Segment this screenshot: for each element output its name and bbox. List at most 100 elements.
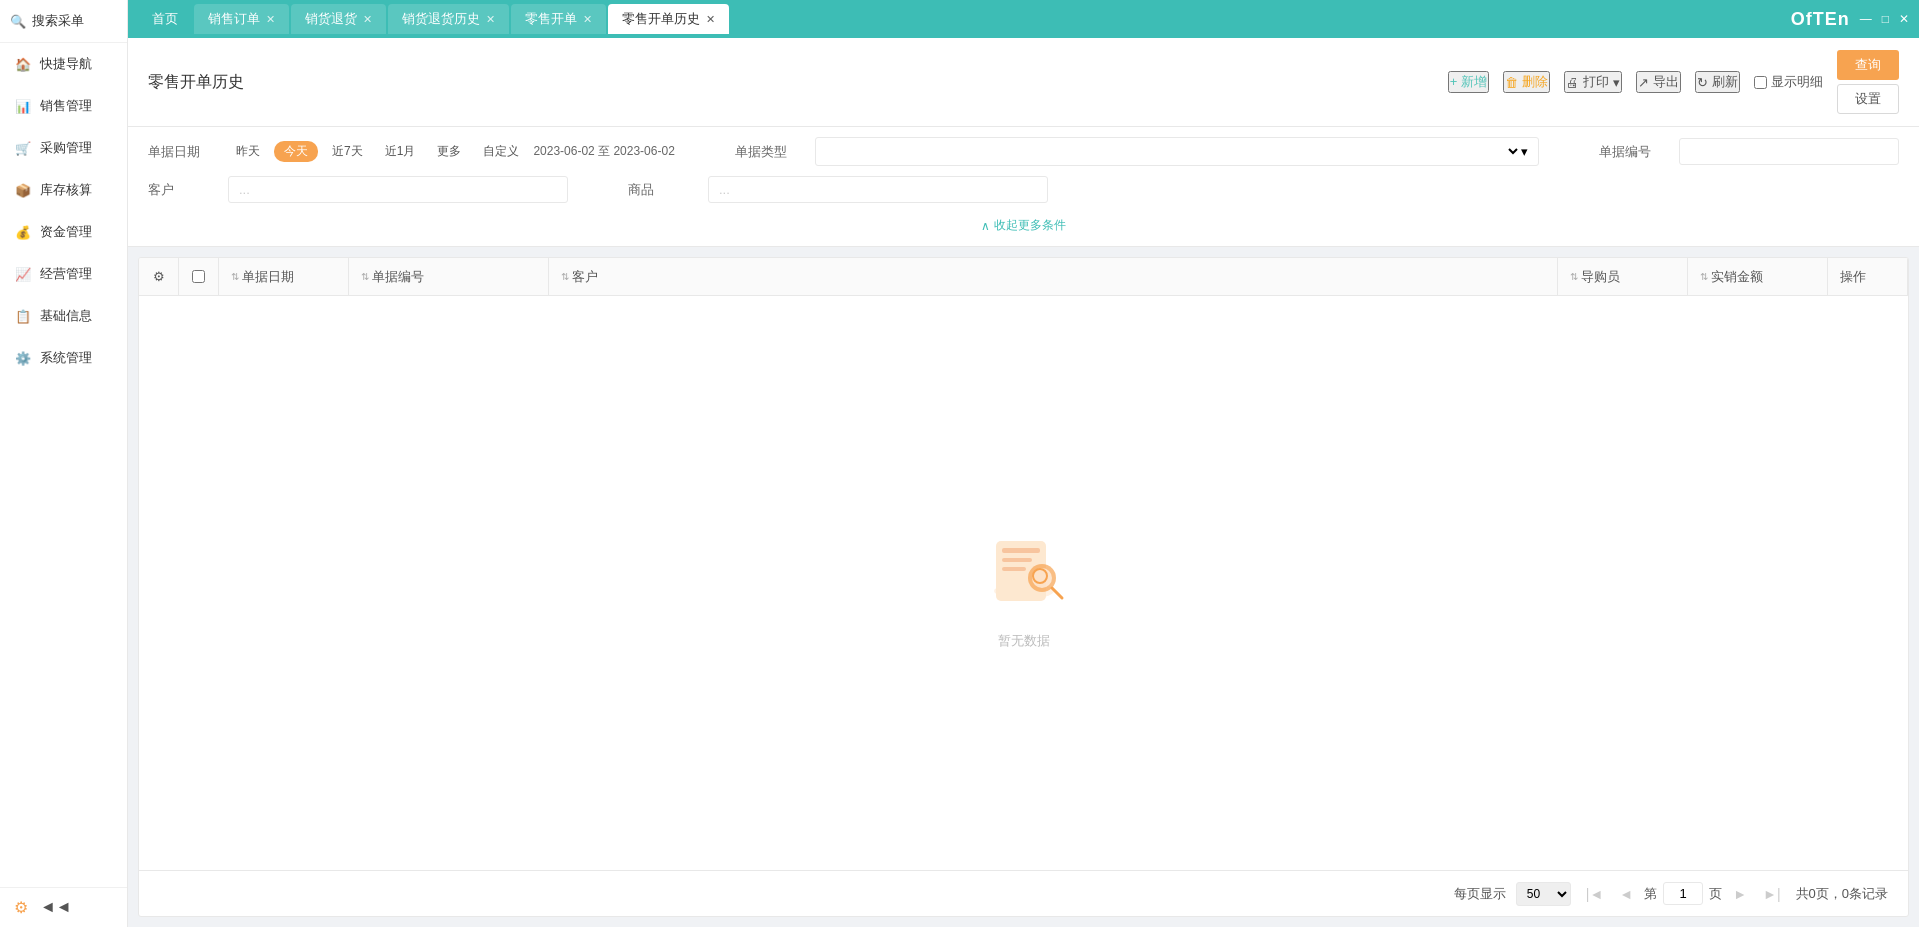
date-btn-7days[interactable]: 近7天 [324, 141, 371, 162]
customer-label: 客户 [148, 181, 208, 199]
toolbar: + 新增 🗑 删除 🖨 打印 ▾ ↗ 导出 ↻ 刷新 [1448, 50, 1899, 114]
sidebar: 🔍 搜索采单 🏠 快捷导航 📊 销售管理 🛒 采购管理 📦 库存核算 💰 资金管… [0, 0, 128, 927]
window-minimize[interactable]: — [1860, 12, 1872, 26]
delete-button[interactable]: 🗑 删除 [1503, 71, 1550, 93]
th-guide[interactable]: ⇅ 导购员 [1558, 258, 1688, 295]
sort-icon: ⇅ [1570, 271, 1578, 282]
sidebar-item-inventory[interactable]: 📦 库存核算 [0, 169, 127, 211]
sidebar-item-sys-mgmt[interactable]: ⚙️ 系统管理 [0, 337, 127, 379]
page-label-post: 页 [1709, 885, 1722, 903]
show-detail-label: 显示明细 [1771, 73, 1823, 91]
page-input[interactable] [1663, 882, 1703, 905]
tab-retail-open-history[interactable]: 零售开单历史 ✕ [608, 4, 729, 34]
window-maximize[interactable]: □ [1882, 12, 1889, 26]
filter-row-2: 客户 商品 [148, 176, 1899, 203]
tab-sales-return-history[interactable]: 销货退货历史 ✕ [388, 4, 509, 34]
tab-sales-return-label: 销货退货 [305, 10, 357, 28]
trash-icon: 🗑 [1505, 75, 1518, 90]
tab-retail-open-close[interactable]: ✕ [583, 14, 592, 25]
brand-label: OfTEn [1791, 9, 1850, 30]
refresh-button[interactable]: ↻ 刷新 [1695, 71, 1740, 93]
sidebar-search[interactable]: 🔍 搜索采单 [0, 0, 127, 43]
doc-no-input[interactable] [1679, 138, 1899, 165]
quick-nav-icon: 🏠 [14, 55, 32, 73]
pagination: 每页显示 10 20 50 100 |◄ ◄ 第 页 ► ►| 共0页，0条记录 [139, 870, 1908, 916]
dropdown-icon: ▾ [1521, 144, 1528, 159]
th-checkbox[interactable] [179, 258, 219, 295]
refresh-icon: ↻ [1697, 75, 1708, 90]
empty-state: 暂无数据 [139, 296, 1908, 870]
tab-sales-return-history-close[interactable]: ✕ [486, 14, 495, 25]
sidebar-item-label: 经营管理 [40, 265, 92, 283]
tab-sales-return-close[interactable]: ✕ [363, 14, 372, 25]
settings-button[interactable]: 设置 [1837, 84, 1899, 114]
doc-type-select-wrap: ▾ [815, 137, 1539, 166]
table-header: ⚙ ⇅ 单据日期 ⇅ 单据编号 ⇅ 客户 ⇅ [139, 258, 1908, 296]
collapse-sidebar-icon[interactable]: ◄◄ [40, 898, 72, 917]
sidebar-item-operations[interactable]: 📈 经营管理 [0, 253, 127, 295]
purchase-mgmt-icon: 🛒 [14, 139, 32, 157]
sort-icon: ⇅ [231, 271, 239, 282]
tab-sales-return[interactable]: 销货退货 ✕ [291, 4, 386, 34]
show-detail-toggle[interactable]: 显示明细 [1754, 73, 1823, 91]
add-button[interactable]: + 新增 [1448, 71, 1489, 93]
window-close[interactable]: ✕ [1899, 12, 1909, 26]
customer-input[interactable] [228, 176, 568, 203]
tab-bar: 首页 销售订单 ✕ 销货退货 ✕ 销货退货历史 ✕ 零售开单 ✕ 零售开单历史 … [128, 0, 1919, 38]
sidebar-item-sales-mgmt[interactable]: 📊 销售管理 [0, 85, 127, 127]
date-btn-yesterday[interactable]: 昨天 [228, 141, 268, 162]
sidebar-item-finance[interactable]: 💰 资金管理 [0, 211, 127, 253]
page-title: 零售开单历史 [148, 72, 244, 93]
sort-icon: ⇅ [561, 271, 569, 282]
doc-type-select[interactable] [826, 143, 1521, 160]
page-header: 零售开单历史 + 新增 🗑 删除 🖨 打印 ▾ ↗ 导出 ↻ [128, 38, 1919, 127]
show-detail-checkbox[interactable] [1754, 76, 1767, 89]
settings-bottom-icon[interactable]: ⚙ [14, 898, 28, 917]
page-nav: |◄ ◄ 第 页 ► ►| [1581, 882, 1786, 905]
first-page-btn[interactable]: |◄ [1581, 884, 1609, 904]
sidebar-item-basic-info[interactable]: 📋 基础信息 [0, 295, 127, 337]
tab-sales-order-close[interactable]: ✕ [266, 14, 275, 25]
date-btn-more[interactable]: 更多 [429, 141, 469, 162]
sales-mgmt-icon: 📊 [14, 97, 32, 115]
empty-illustration [974, 516, 1074, 616]
content-area: 零售开单历史 + 新增 🗑 删除 🖨 打印 ▾ ↗ 导出 ↻ [128, 38, 1919, 927]
prev-page-btn[interactable]: ◄ [1614, 884, 1638, 904]
print-button[interactable]: 🖨 打印 ▾ [1564, 71, 1622, 93]
date-btn-today[interactable]: 今天 [274, 141, 318, 162]
page-size-select[interactable]: 10 20 50 100 [1516, 882, 1571, 906]
tab-sales-order[interactable]: 销售订单 ✕ [194, 4, 289, 34]
goods-input[interactable] [708, 176, 1048, 203]
th-amount[interactable]: ⇅ 实销金额 [1688, 258, 1828, 295]
date-range-display: 2023-06-02 至 2023-06-02 [533, 143, 674, 160]
tab-retail-open-history-close[interactable]: ✕ [706, 14, 715, 25]
tab-retail-open[interactable]: 零售开单 ✕ [511, 4, 606, 34]
page-label-pre: 第 [1644, 885, 1657, 903]
select-all-checkbox[interactable] [192, 270, 205, 283]
th-customer[interactable]: ⇅ 客户 [549, 258, 1558, 295]
sidebar-item-quick-nav[interactable]: 🏠 快捷导航 [0, 43, 127, 85]
date-btn-1month[interactable]: 近1月 [377, 141, 424, 162]
date-btn-custom[interactable]: 自定义 [475, 141, 527, 162]
tab-home[interactable]: 首页 [138, 4, 192, 34]
th-action: 操作 [1828, 258, 1908, 295]
collapse-icon: ∧ [981, 219, 990, 233]
sidebar-search-label: 搜索采单 [32, 12, 84, 30]
finance-icon: 💰 [14, 223, 32, 241]
collapse-bar[interactable]: ∧ 收起更多条件 [148, 213, 1899, 236]
th-no[interactable]: ⇅ 单据编号 [349, 258, 549, 295]
main-area: 首页 销售订单 ✕ 销货退货 ✕ 销货退货历史 ✕ 零售开单 ✕ 零售开单历史 … [128, 0, 1919, 927]
sys-mgmt-icon: ⚙️ [14, 349, 32, 367]
th-settings[interactable]: ⚙ [139, 258, 179, 295]
next-page-btn[interactable]: ► [1728, 884, 1752, 904]
page-size-label: 每页显示 [1454, 885, 1506, 903]
sidebar-item-purchase-mgmt[interactable]: 🛒 采购管理 [0, 127, 127, 169]
export-button[interactable]: ↗ 导出 [1636, 71, 1681, 93]
tab-sales-order-label: 销售订单 [208, 10, 260, 28]
query-button[interactable]: 查询 [1837, 50, 1899, 80]
sort-icon: ⇅ [361, 271, 369, 282]
tab-retail-open-history-label: 零售开单历史 [622, 10, 700, 28]
export-icon: ↗ [1638, 75, 1649, 90]
last-page-btn[interactable]: ►| [1758, 884, 1786, 904]
th-date[interactable]: ⇅ 单据日期 [219, 258, 349, 295]
